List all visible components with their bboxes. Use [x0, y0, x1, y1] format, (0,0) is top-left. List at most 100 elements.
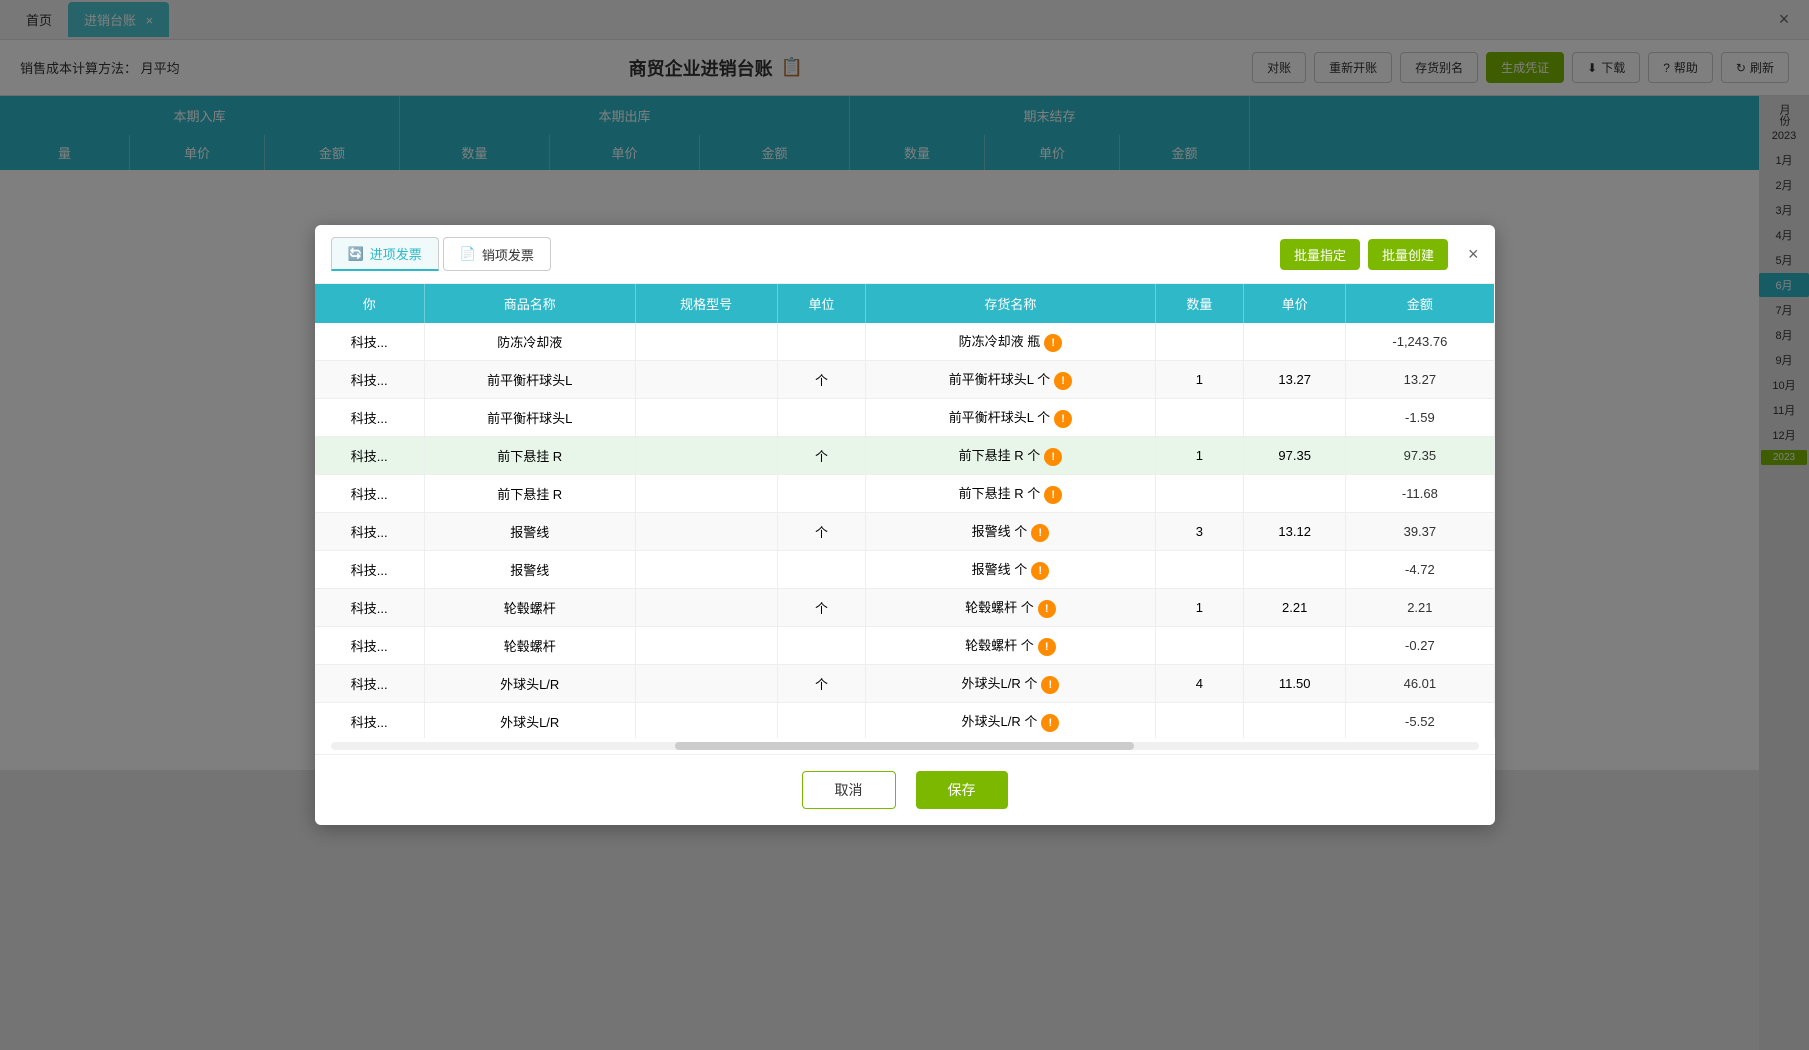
cell-qty: 3	[1155, 513, 1244, 551]
modal-close-button[interactable]: ×	[1468, 239, 1479, 270]
modal-header-actions: 批量指定 批量创建 ×	[1280, 239, 1479, 270]
sales-tab-icon: 📄	[460, 246, 476, 262]
warning-icon: !	[1054, 410, 1072, 428]
cell-price	[1244, 475, 1346, 513]
scrollbar-thumb[interactable]	[675, 742, 1134, 750]
cell-qty	[1155, 323, 1244, 361]
modal-dialog: 🔄 进项发票 📄 销项发票 批量指定 批量创建 × 你 商	[315, 225, 1495, 825]
table-row: 科技... 防冻冷却液 防冻冷却液 瓶! -1,243.76	[315, 323, 1495, 361]
th-qty: 数量	[1155, 284, 1244, 323]
cell-product-name: 报警线	[424, 513, 635, 551]
cell-price: 11.50	[1244, 665, 1346, 703]
cell-inventory: 外球头L/R 个!	[866, 665, 1155, 703]
cell-price	[1244, 323, 1346, 361]
save-button[interactable]: 保存	[916, 771, 1008, 809]
cell-amount: -1,243.76	[1346, 323, 1494, 361]
cell-amount: -5.52	[1346, 703, 1494, 739]
cell-qty	[1155, 475, 1244, 513]
cell-unit: 个	[777, 361, 866, 399]
cell-amount: -0.27	[1346, 627, 1494, 665]
cell-amount: 39.37	[1346, 513, 1494, 551]
cell-price: 13.12	[1244, 513, 1346, 551]
invoice-table: 你 商品名称 规格型号 单位 存货名称 数量 单价 金额 科技... 防冻冷却液	[315, 284, 1495, 738]
cell-unit	[777, 627, 866, 665]
modal-overlay: 🔄 进项发票 📄 销项发票 批量指定 批量创建 × 你 商	[0, 0, 1809, 1050]
cell-qty: 4	[1155, 665, 1244, 703]
cell-product-name: 外球头L/R	[424, 703, 635, 739]
purchase-tab-icon: 🔄	[348, 246, 364, 262]
cell-qty	[1155, 627, 1244, 665]
purchase-tab-label: 进项发票	[370, 244, 422, 263]
cell-unit	[777, 703, 866, 739]
cell-company: 科技...	[315, 703, 425, 739]
cell-company: 科技...	[315, 323, 425, 361]
th-company: 你	[315, 284, 425, 323]
cell-qty: 1	[1155, 437, 1244, 475]
th-unit: 单位	[777, 284, 866, 323]
warning-icon: !	[1044, 486, 1062, 504]
table-row: 科技... 前下悬挂 R 个 前下悬挂 R 个! 1 97.35 97.35	[315, 437, 1495, 475]
table-row: 科技... 报警线 个 报警线 个! 3 13.12 39.37	[315, 513, 1495, 551]
cell-inventory: 防冻冷却液 瓶!	[866, 323, 1155, 361]
warning-icon: !	[1038, 600, 1056, 618]
batch-assign-button[interactable]: 批量指定	[1280, 239, 1360, 270]
cell-spec	[635, 399, 777, 437]
cell-product-name: 外球头L/R	[424, 665, 635, 703]
cell-qty: 1	[1155, 589, 1244, 627]
cell-company: 科技...	[315, 665, 425, 703]
th-amount: 金额	[1346, 284, 1494, 323]
cell-spec	[635, 589, 777, 627]
cell-unit: 个	[777, 437, 866, 475]
cell-unit: 个	[777, 665, 866, 703]
cell-product-name: 报警线	[424, 551, 635, 589]
table-row: 科技... 外球头L/R 个 外球头L/R 个! 4 11.50 46.01	[315, 665, 1495, 703]
table-row: 科技... 前平衡杆球头L 前平衡杆球头L 个! -1.59	[315, 399, 1495, 437]
cell-amount: 2.21	[1346, 589, 1494, 627]
cell-company: 科技...	[315, 475, 425, 513]
cell-company: 科技...	[315, 437, 425, 475]
warning-icon: !	[1044, 334, 1062, 352]
warning-icon: !	[1031, 562, 1049, 580]
cell-inventory: 外球头L/R 个!	[866, 703, 1155, 739]
invoice-table-body: 科技... 防冻冷却液 防冻冷却液 瓶! -1,243.76 科技... 前平衡…	[315, 323, 1495, 738]
cell-unit	[777, 475, 866, 513]
cell-company: 科技...	[315, 513, 425, 551]
cell-unit	[777, 399, 866, 437]
cell-company: 科技...	[315, 551, 425, 589]
sales-tab-label: 销项发票	[482, 245, 534, 264]
cell-inventory: 轮毂螺杆 个!	[866, 589, 1155, 627]
batch-create-button[interactable]: 批量创建	[1368, 239, 1448, 270]
cell-spec	[635, 665, 777, 703]
modal-tabs: 🔄 进项发票 📄 销项发票	[331, 237, 551, 271]
warning-icon: !	[1031, 524, 1049, 542]
cell-inventory: 报警线 个!	[866, 513, 1155, 551]
warning-icon: !	[1044, 448, 1062, 466]
cell-price	[1244, 551, 1346, 589]
cell-qty	[1155, 703, 1244, 739]
cell-price: 97.35	[1244, 437, 1346, 475]
cancel-button[interactable]: 取消	[802, 771, 896, 809]
cell-amount: -11.68	[1346, 475, 1494, 513]
cell-price	[1244, 703, 1346, 739]
cell-amount: -4.72	[1346, 551, 1494, 589]
cell-unit: 个	[777, 589, 866, 627]
cell-inventory: 前下悬挂 R 个!	[866, 437, 1155, 475]
tab-purchase-invoice[interactable]: 🔄 进项发票	[331, 237, 439, 271]
cell-spec	[635, 361, 777, 399]
cell-unit: 个	[777, 513, 866, 551]
table-row: 科技... 报警线 报警线 个! -4.72	[315, 551, 1495, 589]
th-price: 单价	[1244, 284, 1346, 323]
tab-sales-invoice[interactable]: 📄 销项发票	[443, 237, 551, 271]
th-spec: 规格型号	[635, 284, 777, 323]
warning-icon: !	[1054, 372, 1072, 390]
cell-inventory: 轮毂螺杆 个!	[866, 627, 1155, 665]
table-row: 科技... 外球头L/R 外球头L/R 个! -5.52	[315, 703, 1495, 739]
table-row: 科技... 轮毂螺杆 轮毂螺杆 个! -0.27	[315, 627, 1495, 665]
cell-spec	[635, 475, 777, 513]
modal-horizontal-scrollbar[interactable]	[331, 742, 1479, 750]
modal-footer: 取消 保存	[315, 754, 1495, 825]
cell-unit	[777, 323, 866, 361]
table-header-row: 你 商品名称 规格型号 单位 存货名称 数量 单价 金额	[315, 284, 1495, 323]
cell-spec	[635, 323, 777, 361]
cell-product-name: 轮毂螺杆	[424, 627, 635, 665]
